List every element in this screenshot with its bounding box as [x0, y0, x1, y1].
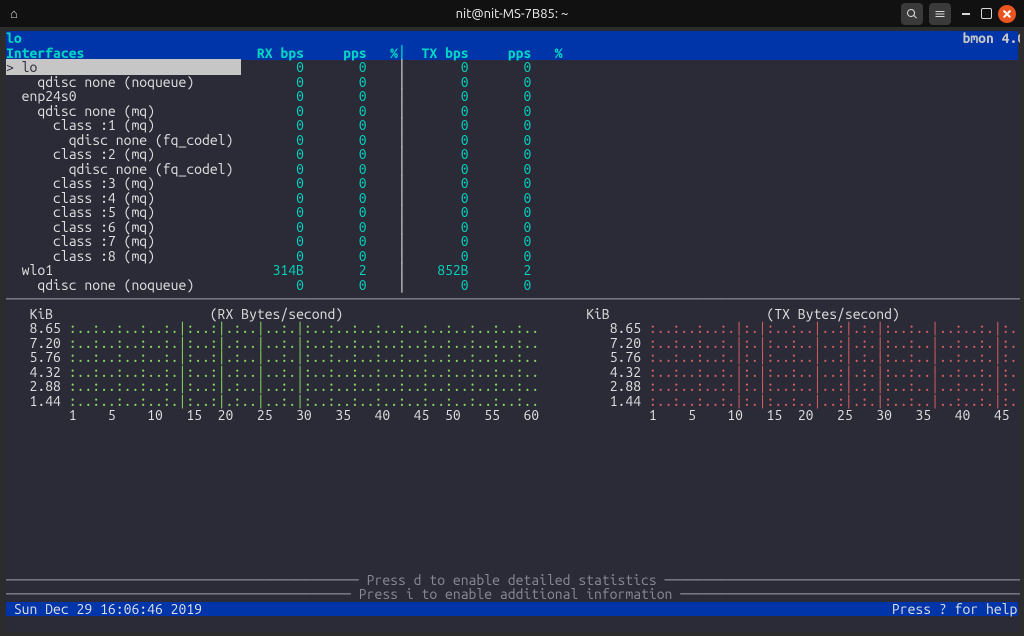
- window-minimize-button[interactable]: [957, 5, 975, 23]
- table-row[interactable]: class :8 (mq) 0 0 │ 0 0: [6, 249, 1018, 264]
- table-row[interactable]: class :2 (mq) 0 0 │ 0 0: [6, 147, 1018, 162]
- table-header: Interfaces RX bps pps %│ TX bps pps %: [6, 46, 1018, 61]
- search-icon[interactable]: [901, 3, 923, 25]
- window-titlebar: ⌂ nit@nit-MS-7B85: ~: [0, 0, 1024, 27]
- hint-additional: ────────────────────────────────────────…: [6, 587, 1018, 602]
- table-row[interactable]: class :6 (mq) 0 0 │ 0 0: [6, 220, 1018, 235]
- table-row[interactable]: qdisc none (noqueue) 0 0 │ 0 0: [6, 75, 1018, 90]
- table-row[interactable]: qdisc none (noqueue) 0 0 │ 0 0: [6, 278, 1018, 293]
- hamburger-icon[interactable]: [929, 3, 951, 25]
- table-row[interactable]: class :5 (mq) 0 0 │ 0 0: [6, 205, 1018, 220]
- table-row[interactable]: class :7 (mq) 0 0 │ 0 0: [6, 234, 1018, 249]
- table-row[interactable]: class :3 (mq) 0 0 │ 0 0: [6, 176, 1018, 191]
- table-row[interactable]: qdisc none (mq) 0 0 │ 0 0: [6, 104, 1018, 119]
- table-row[interactable]: class :4 (mq) 0 0 │ 0 0: [6, 191, 1018, 206]
- table-row[interactable]: enp24s0 0 0 │ 0 0: [6, 89, 1018, 104]
- status-bar: Sun Dec 29 16:06:46 2019 Press ? for hel…: [6, 602, 1018, 617]
- interfaces-table: > lo 0 0 │ 0 0 qdisc none (noqueue) 0 0 …: [6, 60, 1018, 292]
- window-maximize-button[interactable]: [981, 8, 992, 19]
- terminal[interactable]: lo bmon 4.0 Interfaces RX bps pps %│ TX …: [4, 31, 1020, 632]
- bmon-header: lo bmon 4.0: [6, 31, 1018, 46]
- window-title: nit@nit-MS-7B85: ~: [456, 7, 569, 21]
- table-row[interactable]: class :1 (mq) 0 0 │ 0 0: [6, 118, 1018, 133]
- table-row[interactable]: > lo 0 0 │ 0 0: [6, 60, 1018, 75]
- activities-icon[interactable]: ⌂: [10, 6, 18, 21]
- divider: ────────────────────────────────────────…: [6, 292, 1018, 307]
- window-close-button[interactable]: [998, 5, 1016, 23]
- charts-region: KiB (RX Bytes/second) KiB (TX Bytes/seco…: [6, 307, 1018, 423]
- hint-detailed: ────────────────────────────────────────…: [6, 573, 1018, 588]
- table-row[interactable]: wlo1 314B 2 │ 852B 2: [6, 263, 1018, 278]
- table-row[interactable]: qdisc none (fq_codel) 0 0 │ 0 0: [6, 162, 1018, 177]
- table-row[interactable]: qdisc none (fq_codel) 0 0 │ 0 0: [6, 133, 1018, 148]
